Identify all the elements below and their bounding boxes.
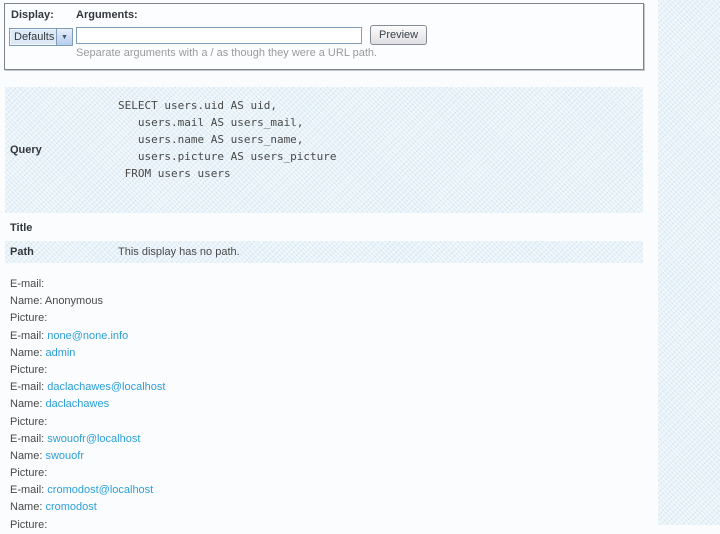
picture-label: Picture: <box>10 312 48 325</box>
name-label: Name: <box>10 346 43 359</box>
query-row: Query SELECT users.uid AS uid, users.mai… <box>5 87 643 213</box>
preview-button[interactable]: Preview <box>370 25 428 45</box>
email-line: E-mail: daclachawes@localhost <box>10 379 640 396</box>
name-line: Name: cromodost <box>10 499 640 516</box>
name-line: Name: swouofr <box>10 448 640 465</box>
name-label: Name: <box>10 449 43 462</box>
email-line: E-mail: <box>10 276 640 293</box>
email-line: E-mail: none@none.info <box>10 328 640 345</box>
arguments-input[interactable] <box>76 27 362 44</box>
picture-line: Picture: <box>10 517 640 534</box>
user-record: E-mail: daclachawes@localhost Name: dacl… <box>10 379 640 431</box>
title-label: Title <box>10 221 33 234</box>
user-record: E-mail: Name: Anonymous Picture: <box>10 276 640 328</box>
name-label: Name: <box>10 501 43 514</box>
email-line: E-mail: swouofr@localhost <box>10 431 640 448</box>
preview-results: E-mail: Name: Anonymous Picture: E-mail:… <box>10 276 640 534</box>
name-label: Name: <box>10 398 43 411</box>
page-content: Display: Defaults ▼ Arguments: Preview S… <box>0 0 658 531</box>
query-label: Query <box>10 144 42 156</box>
page-background-strip <box>658 0 720 525</box>
arguments-label: Arguments: <box>76 9 138 21</box>
name-line: Name: admin <box>10 345 640 362</box>
email-link[interactable]: none@none.info <box>47 330 128 342</box>
path-label: Path <box>10 246 34 258</box>
display-label: Display: <box>11 9 54 21</box>
picture-label: Picture: <box>10 467 48 480</box>
preview-meta: Query SELECT users.uid AS uid, users.mai… <box>5 87 643 263</box>
name-line: Name: daclachawes <box>10 396 640 413</box>
arguments-help-text: Separate arguments with a / as though th… <box>76 47 378 59</box>
path-value: This display has no path. <box>118 246 240 258</box>
picture-line: Picture: <box>10 310 640 327</box>
preview-form: Display: Defaults ▼ Arguments: Preview S… <box>4 3 644 70</box>
picture-line: Picture: <box>10 414 640 431</box>
email-label: E-mail: <box>10 432 45 445</box>
name-link[interactable]: admin <box>45 347 75 359</box>
query-value: SELECT users.uid AS uid, users.mail AS u… <box>118 87 643 213</box>
name-link[interactable]: daclachawes <box>45 398 109 410</box>
display-select[interactable]: Defaults ▼ <box>9 28 73 46</box>
email-link[interactable]: cromodost@localhost <box>47 484 153 496</box>
email-line: E-mail: cromodost@localhost <box>10 482 640 499</box>
email-link[interactable]: daclachawes@localhost <box>47 381 165 393</box>
query-sql: SELECT users.uid AS uid, users.mail AS u… <box>118 99 337 180</box>
email-link[interactable]: swouofr@localhost <box>47 433 140 445</box>
name-label: Name: <box>10 295 43 308</box>
name-link[interactable]: cromodost <box>45 501 96 513</box>
user-record: E-mail: swouofr@localhost Name: swouofr … <box>10 431 640 483</box>
email-label: E-mail: <box>10 484 45 497</box>
email-label: E-mail: <box>10 278 45 290</box>
email-label: E-mail: <box>10 329 45 342</box>
picture-line: Picture: <box>10 465 640 482</box>
picture-line: Picture: <box>10 362 640 379</box>
name-link[interactable]: swouofr <box>45 450 84 462</box>
name-line: Name: Anonymous <box>10 293 640 310</box>
picture-label: Picture: <box>10 415 48 428</box>
user-record: E-mail: none@none.info Name: admin Pictu… <box>10 328 640 380</box>
display-select-value: Defaults <box>11 30 56 44</box>
path-row: Path This display has no path. <box>5 241 643 263</box>
user-record: E-mail: cromodost@localhost Name: cromod… <box>10 482 640 534</box>
dropdown-arrow-icon: ▼ <box>56 29 72 45</box>
email-label: E-mail: <box>10 381 45 394</box>
title-row: Title <box>5 217 643 238</box>
name-value: Anonymous <box>44 295 103 308</box>
picture-label: Picture: <box>10 363 48 376</box>
